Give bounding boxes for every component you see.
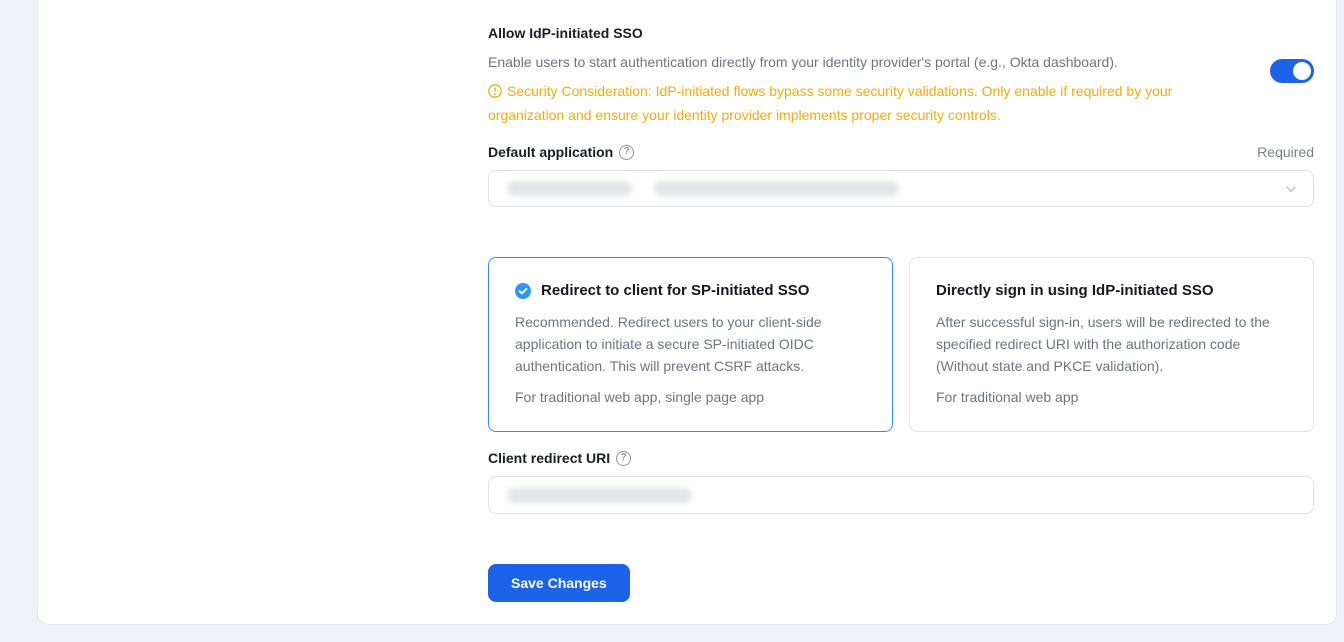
client-redirect-uri-label: Client redirect URI ? [488,450,631,466]
client-redirect-uri-label-text: Client redirect URI [488,450,610,466]
option-card-sp-initiated[interactable]: Redirect to client for SP-initiated SSO … [488,257,893,432]
option-note: For traditional web app, single page app [515,386,866,408]
default-application-label: Default application ? [488,144,634,160]
option-title: Redirect to client for SP-initiated SSO [541,282,809,299]
option-title: Directly sign in using IdP-initiated SSO [936,282,1214,299]
required-badge: Required [1257,144,1314,160]
toggle-knob [1293,62,1311,80]
security-warning-text: Security Consideration: IdP-initiated fl… [488,80,1228,126]
chevron-down-icon [1283,181,1299,197]
default-application-select[interactable] [488,170,1314,207]
redacted-app-name [507,181,632,196]
option-note: For traditional web app [936,386,1287,408]
idp-initiated-sso-section: Allow IdP-initiated SSO Enable users to … [488,25,1228,126]
option-card-idp-initiated[interactable]: Directly sign in using IdP-initiated SSO… [909,257,1314,432]
help-icon[interactable]: ? [616,451,631,466]
default-application-label-row: Default application ? Required [488,144,1314,160]
redacted-app-detail [654,181,899,196]
default-application-label-text: Default application [488,144,613,160]
warning-icon [488,82,502,104]
idp-sso-description: Enable users to start authentication dir… [488,52,1228,73]
sso-flow-options: Redirect to client for SP-initiated SSO … [488,257,1314,432]
client-redirect-uri-input[interactable] [488,476,1314,514]
redacted-uri-value [507,488,692,503]
settings-panel: Allow IdP-initiated SSO Enable users to … [37,0,1337,625]
option-title-row: Directly sign in using IdP-initiated SSO [936,282,1287,299]
idp-sso-toggle[interactable] [1270,59,1314,83]
option-description: After successful sign-in, users will be … [936,311,1287,377]
option-description: Recommended. Redirect users to your clie… [515,311,866,377]
check-circle-icon [515,283,531,299]
security-warning-label: Security Consideration: IdP-initiated fl… [488,83,1172,123]
help-icon[interactable]: ? [619,145,634,160]
option-title-row: Redirect to client for SP-initiated SSO [515,282,866,299]
client-redirect-uri-label-row: Client redirect URI ? [488,450,631,468]
sso-connector-form: Allow IdP-initiated SSO Enable users to … [488,1,1314,626]
save-changes-button[interactable]: Save Changes [488,564,630,602]
idp-sso-title: Allow IdP-initiated SSO [488,25,1228,41]
